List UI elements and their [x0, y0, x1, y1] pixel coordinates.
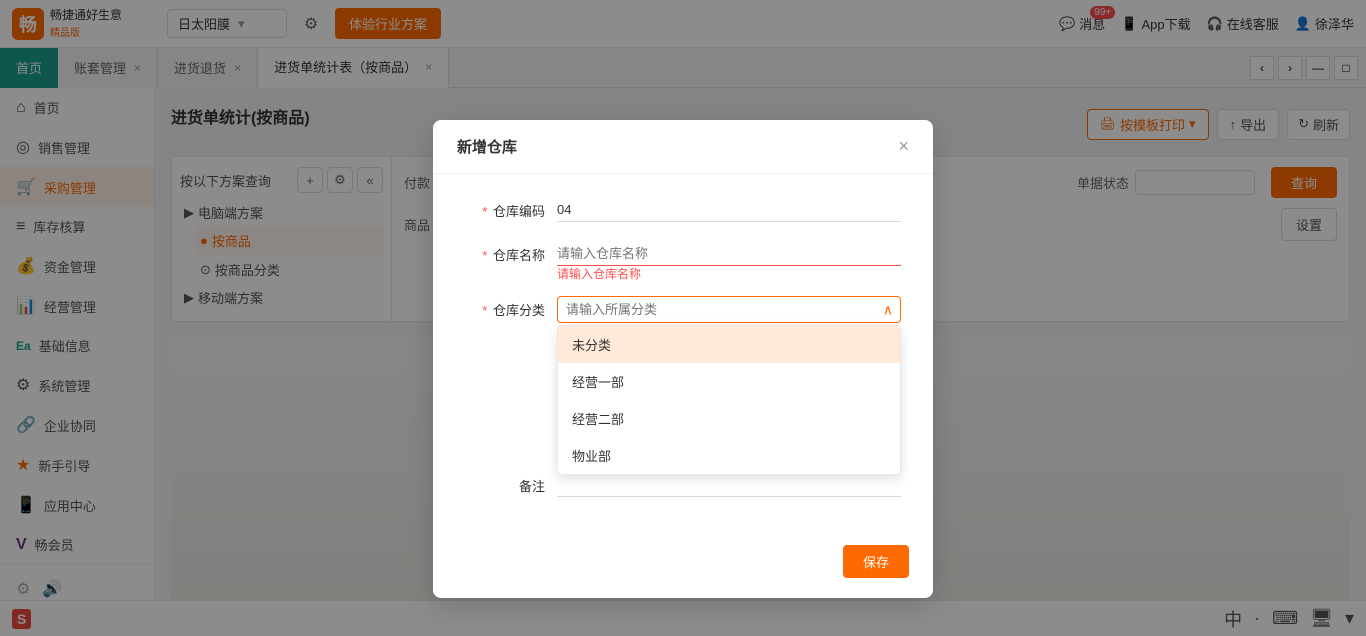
dropdown-item-1[interactable]: 经营一部	[558, 363, 900, 400]
save-button[interactable]: 保存	[843, 545, 909, 578]
note-input[interactable]	[557, 473, 901, 497]
note-label: 备注	[465, 476, 545, 495]
warehouse-name-input[interactable]	[557, 242, 901, 266]
modal-footer: 保存	[433, 533, 933, 598]
form-row-code: * 仓库编码	[465, 198, 901, 222]
warehouse-category-input[interactable]	[557, 296, 901, 323]
required-star-category: *	[482, 303, 487, 318]
form-row-category: * 仓库分类 ∧ 未分类 经营一部 经营二部 物业部	[465, 296, 901, 323]
modal-header: 新增仓库 ×	[433, 120, 933, 174]
dropdown-item-2[interactable]: 经营二部	[558, 400, 900, 437]
required-star-code: *	[482, 204, 487, 219]
name-label: * 仓库名称	[465, 245, 545, 264]
warehouse-name-error: 请输入仓库名称	[557, 265, 641, 282]
dropdown-item-3[interactable]: 物业部	[558, 437, 900, 474]
required-star-name: *	[482, 248, 487, 263]
modal-body: * 仓库编码 * 仓库名称 请输入仓库名称 * 仓库分类	[433, 174, 933, 533]
modal-overlay: 新增仓库 × * 仓库编码 * 仓库名称 请输入仓库名称	[0, 0, 1366, 636]
modal-close-button[interactable]: ×	[898, 136, 909, 157]
code-label: * 仓库编码	[465, 201, 545, 220]
form-row-note: 备注	[465, 473, 901, 497]
warehouse-code-input[interactable]	[557, 198, 901, 222]
modal-title: 新增仓库	[457, 136, 517, 157]
category-label: * 仓库分类	[465, 300, 545, 319]
category-dropdown: 未分类 经营一部 经营二部 物业部	[557, 325, 901, 475]
warehouse-modal: 新增仓库 × * 仓库编码 * 仓库名称 请输入仓库名称	[433, 120, 933, 598]
dropdown-item-0[interactable]: 未分类	[558, 326, 900, 363]
category-input-wrap: ∧	[557, 296, 901, 323]
form-row-name: * 仓库名称 请输入仓库名称	[465, 242, 901, 266]
